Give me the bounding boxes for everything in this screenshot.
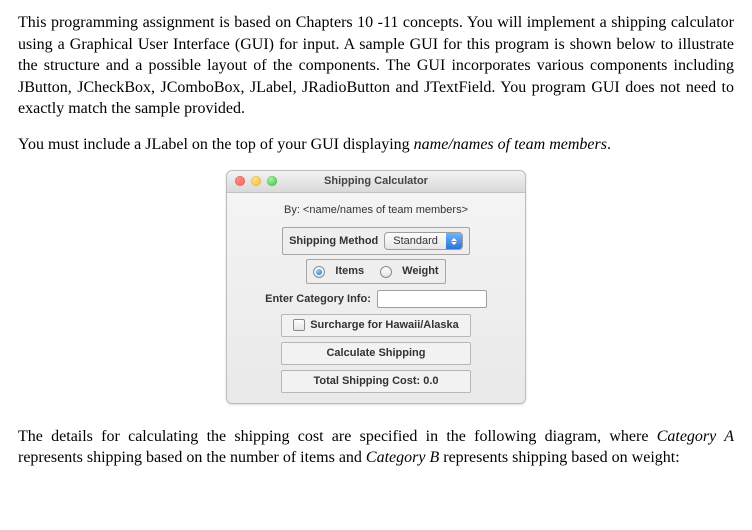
shipping-method-combobox[interactable]: Standard [384, 232, 463, 250]
radio-weight-label: Weight [402, 264, 438, 279]
minimize-icon[interactable] [251, 176, 261, 186]
outro-text-b: represents shipping based on the number … [18, 449, 366, 466]
shipping-method-panel: Shipping Method Standard [282, 227, 470, 255]
outro-text-a: The details for calculating the shipping… [18, 428, 657, 445]
titlebar: Shipping Calculator [227, 171, 525, 193]
surcharge-label: Surcharge for Hawaii/Alaska [310, 319, 459, 331]
shipping-method-label: Shipping Method [289, 234, 378, 249]
intro-p2-text-a: You must include a JLabel on the top of … [18, 136, 414, 153]
combobox-arrows-icon [446, 233, 462, 249]
zoom-icon[interactable] [267, 176, 277, 186]
intro-paragraph-2: You must include a JLabel on the top of … [18, 134, 734, 156]
outro-text-c: represents shipping based on weight: [439, 449, 679, 466]
shipping-method-value: Standard [385, 234, 446, 249]
radio-weight[interactable] [380, 266, 392, 278]
category-label: Enter Category Info: [265, 292, 371, 307]
radio-items[interactable] [313, 266, 325, 278]
mode-radio-group: Items Weight [306, 259, 445, 284]
category-row: Enter Category Info: [237, 290, 515, 308]
intro-p2-text-b: . [607, 136, 611, 153]
intro-paragraph-1: This programming assignment is based on … [18, 12, 734, 120]
traffic-lights [235, 176, 277, 186]
radio-items-label: Items [335, 264, 364, 279]
window-body: By: <name/names of team members> Shippin… [227, 193, 525, 403]
total-cost-label: Total Shipping Cost: 0.0 [281, 370, 471, 393]
intro-p2-italic: name/names of team members [414, 136, 607, 153]
outro-italic-1: Category A [657, 428, 734, 445]
calculate-button[interactable]: Calculate Shipping [281, 342, 471, 365]
byline-label: By: <name/names of team members> [237, 199, 515, 224]
surcharge-panel[interactable]: Surcharge for Hawaii/Alaska [281, 314, 471, 337]
surcharge-checkbox[interactable] [293, 319, 305, 331]
outro-paragraph: The details for calculating the shipping… [18, 426, 734, 469]
category-input[interactable] [377, 290, 487, 308]
gui-screenshot: Shipping Calculator By: <name/names of t… [18, 170, 734, 404]
outro-italic-2: Category B [366, 449, 439, 466]
app-window: Shipping Calculator By: <name/names of t… [226, 170, 526, 404]
close-icon[interactable] [235, 176, 245, 186]
